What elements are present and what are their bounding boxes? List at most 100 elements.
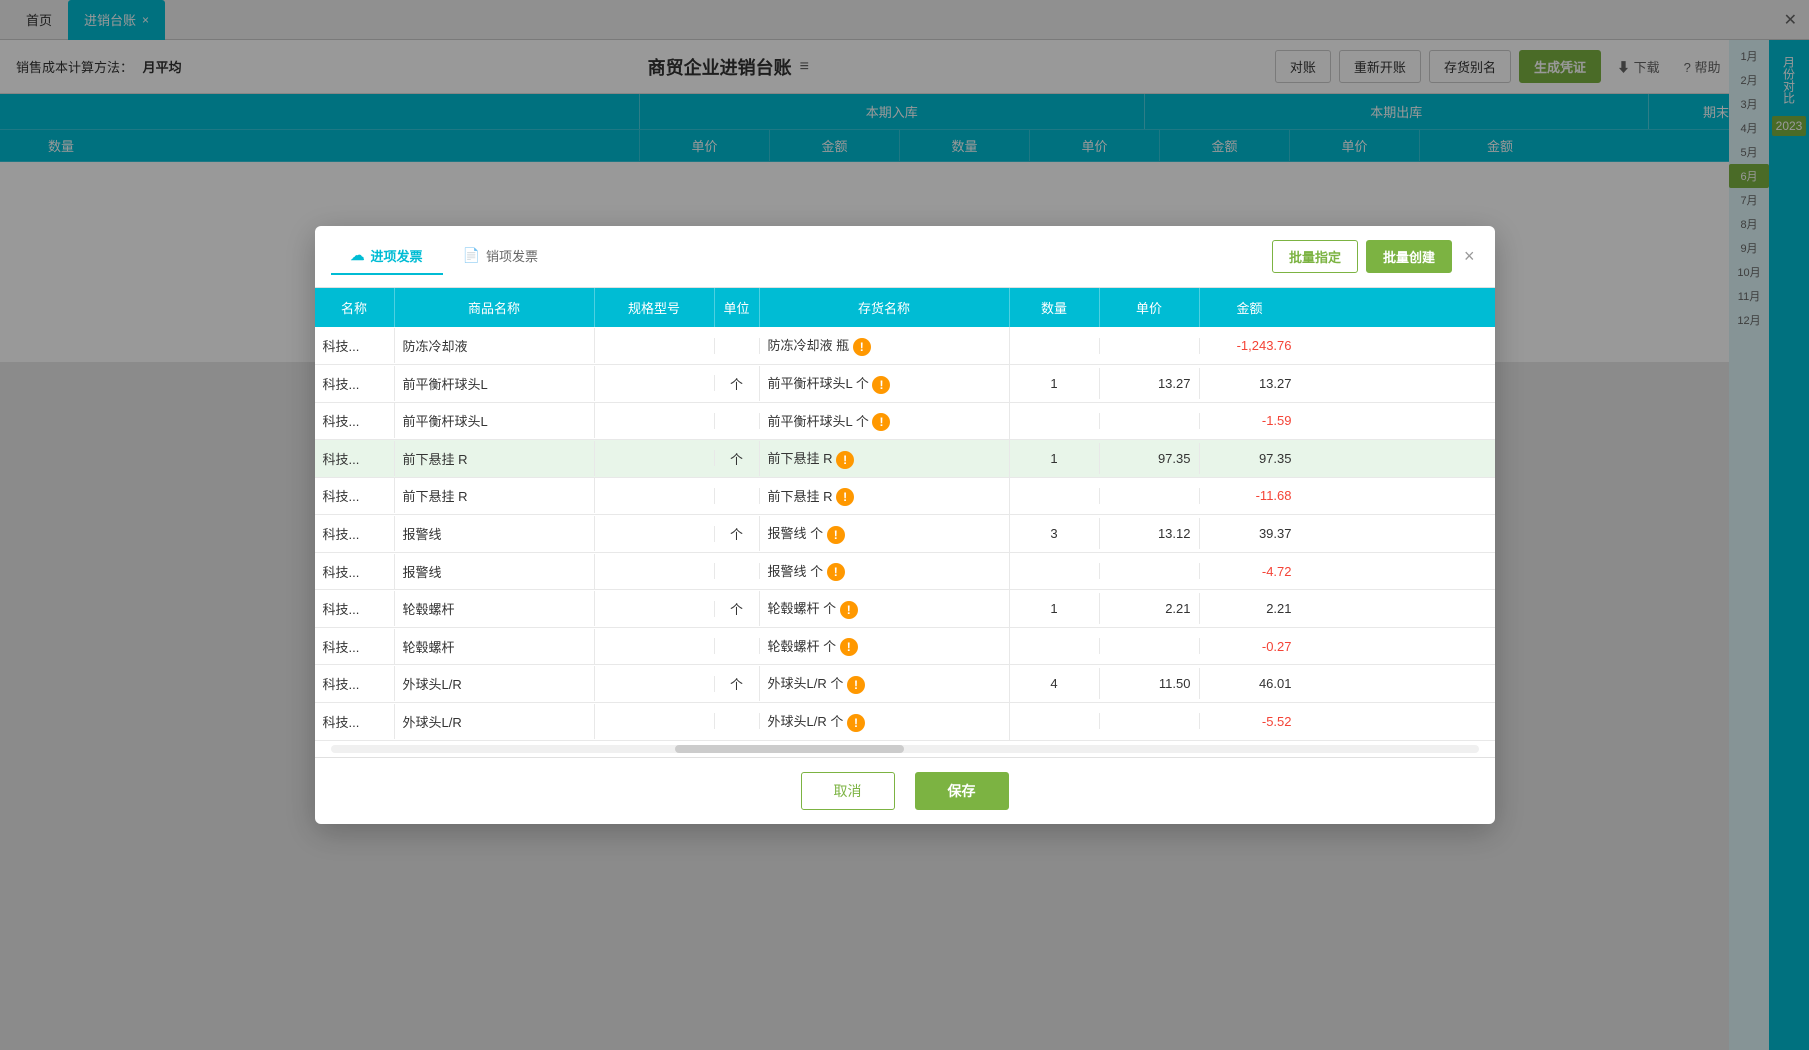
table-row[interactable]: 科技...轮毂螺杆个轮毂螺杆 个 !12.212.21 [315, 590, 1495, 628]
table-cell: 科技... [315, 666, 395, 701]
table-cell: 13.27 [1100, 368, 1200, 399]
table-cell: 科技... [315, 441, 395, 476]
modal-scrollbar[interactable] [331, 745, 1479, 753]
table-cell: 报警线 个 ! [760, 553, 1010, 590]
table-cell [1100, 563, 1200, 579]
table-cell: -1,243.76 [1200, 330, 1300, 361]
table-row[interactable]: 科技...前下悬挂 R个前下悬挂 R !197.3597.35 [315, 440, 1495, 478]
table-row[interactable]: 科技...报警线 报警线 个 ! -4.72 [315, 553, 1495, 591]
th-amount: 金额 [1200, 288, 1300, 327]
table-row[interactable]: 科技...轮毂螺杆轮毂螺杆 个 !-0.27 [315, 628, 1495, 666]
table-cell: 外球头L/R [395, 704, 595, 739]
table-cell [715, 413, 760, 429]
table-row[interactable]: 科技...前平衡杆球头L个前平衡杆球头L 个 !113.2713.27 [315, 365, 1495, 403]
table-cell [595, 676, 715, 692]
table-cell: 13.12 [1100, 518, 1200, 549]
table-cell: 1 [1010, 593, 1100, 624]
table-cell [715, 338, 760, 354]
table-cell: 97.35 [1100, 443, 1200, 474]
table-cell: 科技... [315, 478, 395, 513]
sales-tab-icon: 📄 [463, 247, 480, 264]
table-cell [715, 713, 760, 729]
warning-icon[interactable]: ! [827, 563, 845, 581]
table-cell: 轮毂螺杆 个 ! [760, 628, 1010, 665]
table-row[interactable]: 科技...外球头L/R外球头L/R 个 !-5.52 [315, 703, 1495, 741]
table-cell: 前下悬挂 R ! [760, 478, 1010, 515]
table-cell [595, 601, 715, 617]
table-cell: 39.37 [1200, 518, 1300, 549]
table-cell: 前平衡杆球头L [395, 403, 595, 438]
table-row[interactable]: 科技...前下悬挂 R前下悬挂 R !-11.68 [315, 478, 1495, 516]
table-cell: 轮毂螺杆 [395, 591, 595, 626]
table-row[interactable]: 科技...报警线个报警线 个 !313.1239.37 [315, 515, 1495, 553]
table-cell [595, 413, 715, 429]
table-cell [595, 526, 715, 542]
table-cell: 前下悬挂 R ! [760, 440, 1010, 477]
th-unitprice: 单价 [1100, 288, 1200, 327]
cancel-button[interactable]: 取消 [801, 772, 895, 810]
table-cell: -1.59 [1200, 405, 1300, 436]
table-cell: 报警线 [395, 516, 595, 551]
warning-icon[interactable]: ! [853, 338, 871, 356]
table-cell: 报警线 个 ! [760, 515, 1010, 552]
table-cell [1010, 413, 1100, 429]
table-cell: 防冻冷却液 [395, 328, 595, 363]
th-product: 商品名称 [395, 288, 595, 327]
table-cell: 2.21 [1200, 593, 1300, 624]
batch-designate-button[interactable]: 批量指定 [1272, 240, 1358, 273]
warning-icon[interactable]: ! [847, 676, 865, 694]
th-name: 名称 [315, 288, 395, 327]
table-cell: 前平衡杆球头L [395, 366, 595, 401]
warning-icon[interactable]: ! [827, 526, 845, 544]
modal-header-right: 批量指定 批量创建 × [1272, 240, 1479, 273]
warning-icon[interactable]: ! [840, 638, 858, 656]
table-cell: -0.27 [1200, 631, 1300, 662]
tab-sales-invoice[interactable]: 📄 销项发票 [443, 238, 558, 275]
warning-icon[interactable]: ! [840, 601, 858, 619]
table-cell: 前平衡杆球头L 个 ! [760, 403, 1010, 440]
table-cell: 前下悬挂 R [395, 441, 595, 476]
table-cell: 11.50 [1100, 668, 1200, 699]
table-cell [1100, 488, 1200, 504]
table-cell: 科技... [315, 591, 395, 626]
table-cell: 个 [715, 516, 760, 551]
warning-icon[interactable]: ! [872, 376, 890, 394]
warning-icon[interactable]: ! [872, 413, 890, 431]
table-cell: 科技... [315, 554, 395, 589]
table-cell: 科技... [315, 328, 395, 363]
table-cell: -11.68 [1200, 480, 1300, 511]
table-cell [715, 638, 760, 654]
batch-create-button[interactable]: 批量创建 [1366, 240, 1452, 273]
modal-overlay: ☁ 进项发票 📄 销项发票 批量指定 批量创建 × 名称 商品名称 规格型号 单… [0, 0, 1809, 1050]
warning-icon[interactable]: ! [836, 451, 854, 469]
modal-tabs: ☁ 进项发票 📄 销项发票 [331, 238, 558, 275]
table-row[interactable]: 科技...外球头L/R个外球头L/R 个 !411.5046.01 [315, 665, 1495, 703]
table-cell: 3 [1010, 518, 1100, 549]
warning-icon[interactable]: ! [847, 714, 865, 732]
table-cell [1100, 413, 1200, 429]
table-cell: 个 [715, 366, 760, 401]
table-cell: 前平衡杆球头L 个 ! [760, 365, 1010, 402]
modal-table-body: 科技...防冻冷却液防冻冷却液 瓶 !-1,243.76科技...前平衡杆球头L… [315, 327, 1495, 740]
table-cell: 个 [715, 591, 760, 626]
tab-purchase-invoice[interactable]: ☁ 进项发票 [331, 238, 443, 275]
table-cell: 97.35 [1200, 443, 1300, 474]
purchase-tab-icon: ☁ [351, 247, 365, 264]
save-button[interactable]: 保存 [915, 772, 1009, 810]
table-cell: 报警线 [395, 554, 595, 589]
table-row[interactable]: 科技...前平衡杆球头L前平衡杆球头L 个 !-1.59 [315, 403, 1495, 441]
table-cell [595, 488, 715, 504]
table-cell [1100, 338, 1200, 354]
table-cell [1010, 638, 1100, 654]
table-cell: 1 [1010, 368, 1100, 399]
th-qty: 数量 [1010, 288, 1100, 327]
table-cell: -4.72 [1200, 556, 1300, 587]
warning-icon[interactable]: ! [836, 488, 854, 506]
modal-header: ☁ 进项发票 📄 销项发票 批量指定 批量创建 × [315, 226, 1495, 288]
scrollbar-thumb[interactable] [675, 745, 905, 753]
table-cell: 2.21 [1100, 593, 1200, 624]
table-row[interactable]: 科技...防冻冷却液 防冻冷却液 瓶 ! -1,243.76 [315, 327, 1495, 365]
table-cell: 防冻冷却液 瓶 ! [760, 327, 1010, 364]
modal-close-button[interactable]: × [1460, 242, 1479, 271]
table-cell: 13.27 [1200, 368, 1300, 399]
